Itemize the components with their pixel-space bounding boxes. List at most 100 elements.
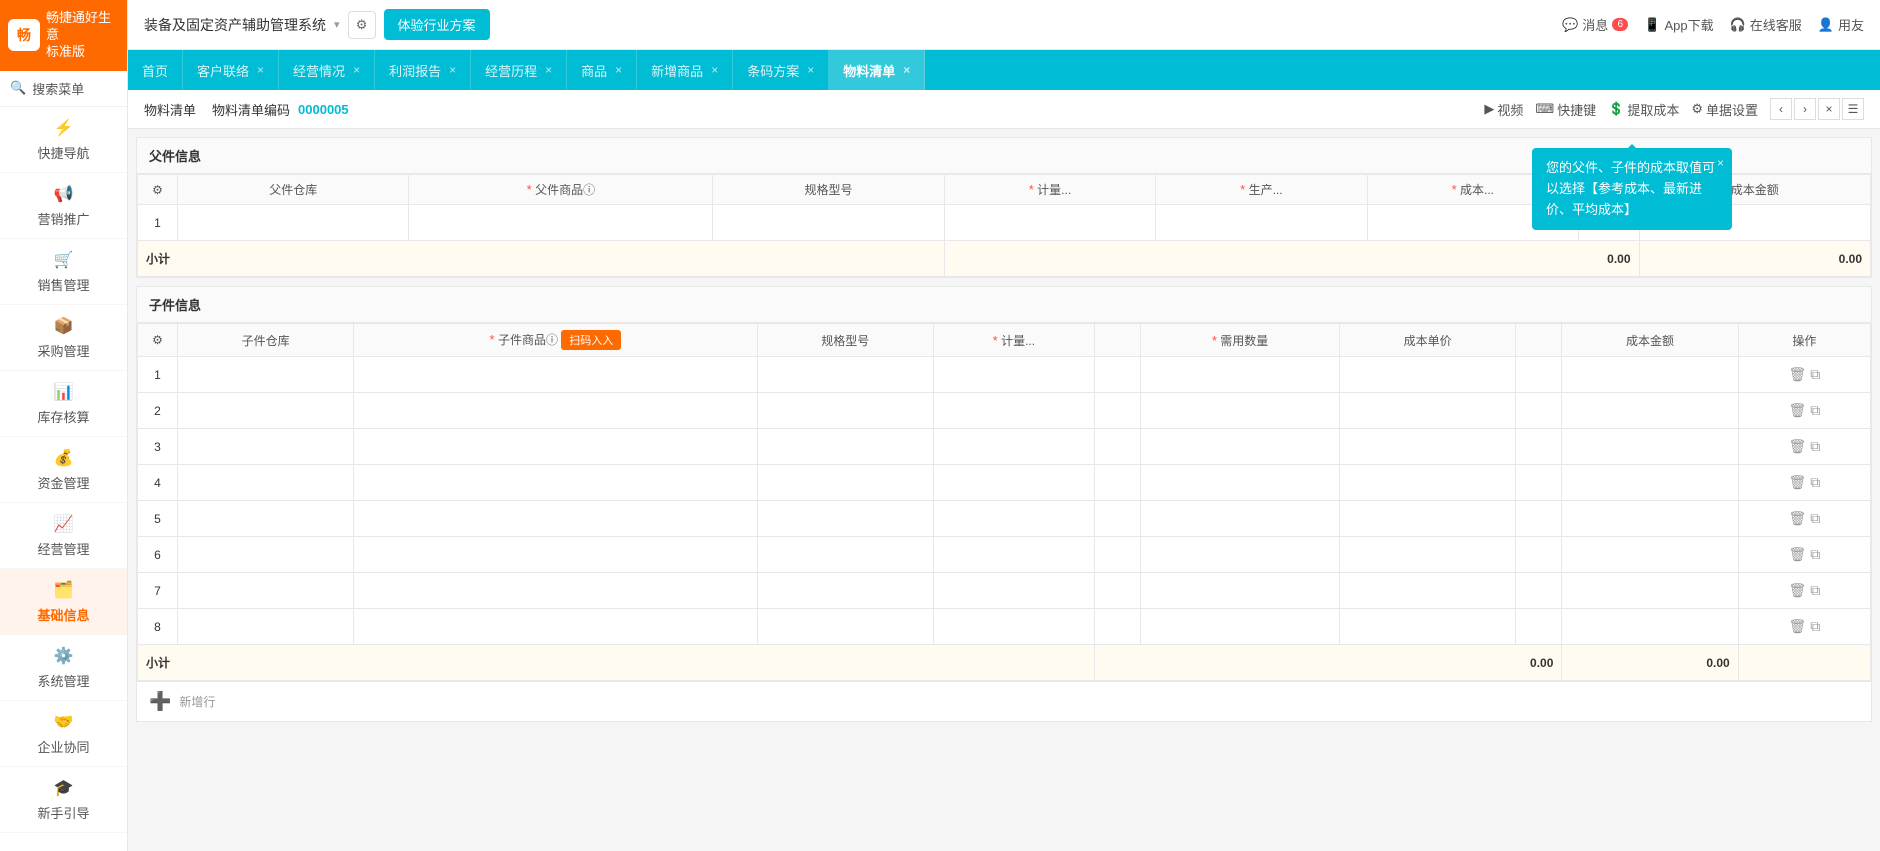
- tab-profit[interactable]: 利润报告 ×: [375, 50, 471, 90]
- child-cell-unit-price[interactable]: [1340, 501, 1516, 537]
- delete-icon[interactable]: 🗑: [1788, 438, 1806, 455]
- th-settings[interactable]: ⚙: [138, 175, 178, 205]
- sidebar-item-enterprise[interactable]: 🤝 企业协同: [0, 701, 127, 767]
- delete-icon[interactable]: 🗑: [1788, 510, 1806, 527]
- sidebar-item-sales[interactable]: 🛒 销售管理: [0, 239, 127, 305]
- child-cell-unit-price[interactable]: [1340, 573, 1516, 609]
- nav-next-button[interactable]: ›: [1794, 98, 1816, 120]
- copy-icon[interactable]: ⧉: [1810, 366, 1820, 383]
- child-cell-unit[interactable]: [933, 393, 1094, 429]
- tab-operations[interactable]: 经营情况 ×: [279, 50, 375, 90]
- tab-bom[interactable]: 物料清单 ×: [829, 50, 925, 90]
- copy-icon[interactable]: ⧉: [1810, 438, 1820, 455]
- child-cell-qty[interactable]: [1141, 501, 1340, 537]
- th-child-settings[interactable]: ⚙: [138, 324, 178, 357]
- cell-produce[interactable]: [1156, 205, 1367, 241]
- nav-prev-button[interactable]: ‹: [1770, 98, 1792, 120]
- child-cell-goods[interactable]: [354, 537, 757, 573]
- cell-unit[interactable]: [944, 205, 1155, 241]
- child-cell-goods[interactable]: [354, 573, 757, 609]
- delete-icon[interactable]: 🗑: [1788, 546, 1806, 563]
- sidebar-item-inventory[interactable]: 📊 库存核算: [0, 371, 127, 437]
- user-action[interactable]: 👤 用友: [1818, 15, 1864, 34]
- child-cell-qty[interactable]: [1141, 393, 1340, 429]
- child-cell-warehouse[interactable]: [178, 609, 354, 645]
- tab-customer[interactable]: 客户联络 ×: [183, 50, 279, 90]
- tab-profit-close[interactable]: ×: [449, 63, 456, 77]
- tab-bom-close[interactable]: ×: [903, 63, 910, 77]
- child-cell-unit-price[interactable]: [1340, 429, 1516, 465]
- online-service-action[interactable]: 🎧 在线客服: [1730, 15, 1802, 34]
- child-cell-qty[interactable]: [1141, 609, 1340, 645]
- child-cell-warehouse[interactable]: [178, 357, 354, 393]
- child-cell-qty[interactable]: [1141, 465, 1340, 501]
- close-tab-button[interactable]: ×: [1818, 98, 1840, 120]
- sidebar-item-purchase[interactable]: 📦 采购管理: [0, 305, 127, 371]
- child-cell-spec[interactable]: [757, 393, 933, 429]
- tab-barcode-close[interactable]: ×: [807, 63, 814, 77]
- child-cell-warehouse[interactable]: [178, 573, 354, 609]
- child-cell-qty[interactable]: [1141, 537, 1340, 573]
- child-cell-unit-price[interactable]: [1340, 393, 1516, 429]
- tab-goods[interactable]: 商品 ×: [567, 50, 637, 90]
- child-cell-warehouse[interactable]: [178, 537, 354, 573]
- sidebar-item-system[interactable]: ⚙️ 系统管理: [0, 635, 127, 701]
- child-cell-unit[interactable]: [933, 573, 1094, 609]
- tab-history-close[interactable]: ×: [545, 63, 552, 77]
- settings-button[interactable]: ⚙: [348, 11, 376, 39]
- sidebar-item-guide[interactable]: 🎓 新手引导: [0, 767, 127, 833]
- tab-operations-close[interactable]: ×: [353, 63, 360, 77]
- grid-view-button[interactable]: ☰: [1842, 98, 1864, 120]
- child-cell-unit[interactable]: [933, 609, 1094, 645]
- sidebar-search[interactable]: 🔍 搜索菜单: [0, 71, 127, 107]
- sidebar-item-quick-nav[interactable]: ⚡ 快捷导航: [0, 107, 127, 173]
- delete-icon[interactable]: 🗑: [1788, 618, 1806, 635]
- child-cell-unit[interactable]: [933, 429, 1094, 465]
- tab-customer-close[interactable]: ×: [257, 63, 264, 77]
- scan-button[interactable]: 扫码入入: [561, 330, 621, 350]
- child-cell-goods[interactable]: [354, 429, 757, 465]
- child-cell-unit-price[interactable]: [1340, 537, 1516, 573]
- cell-goods[interactable]: [409, 205, 713, 241]
- child-cell-qty[interactable]: [1141, 573, 1340, 609]
- sidebar-item-marketing[interactable]: 📢 营销推广: [0, 173, 127, 239]
- cell-spec[interactable]: [713, 205, 944, 241]
- shortcut-action[interactable]: ⌨ 快捷键: [1535, 100, 1596, 119]
- doc-settings-action[interactable]: ⚙ 单据设置: [1691, 100, 1758, 119]
- child-cell-warehouse[interactable]: [178, 393, 354, 429]
- copy-icon[interactable]: ⧉: [1810, 546, 1820, 563]
- tab-add-goods[interactable]: 新增商品 ×: [637, 50, 733, 90]
- app-download-action[interactable]: 📱 App下载: [1644, 15, 1713, 34]
- tab-history[interactable]: 经营历程 ×: [471, 50, 567, 90]
- tab-home[interactable]: 首页: [128, 50, 183, 90]
- child-cell-spec[interactable]: [757, 609, 933, 645]
- child-cell-qty[interactable]: [1141, 357, 1340, 393]
- copy-icon[interactable]: ⧉: [1810, 474, 1820, 491]
- child-cell-warehouse[interactable]: [178, 465, 354, 501]
- child-cell-goods[interactable]: [354, 357, 757, 393]
- sidebar-item-finance[interactable]: 💰 资金管理: [0, 437, 127, 503]
- system-dropdown-icon[interactable]: ▾: [334, 18, 340, 31]
- child-cell-spec[interactable]: [757, 357, 933, 393]
- child-cell-qty[interactable]: [1141, 429, 1340, 465]
- child-cell-unit[interactable]: [933, 537, 1094, 573]
- delete-icon[interactable]: 🗑: [1788, 366, 1806, 383]
- tab-goods-close[interactable]: ×: [615, 63, 622, 77]
- copy-icon[interactable]: ⧉: [1810, 618, 1820, 635]
- message-action[interactable]: 💬 消息 6: [1562, 15, 1628, 34]
- child-cell-spec[interactable]: [757, 537, 933, 573]
- child-cell-unit-price[interactable]: [1340, 609, 1516, 645]
- delete-icon[interactable]: 🗑: [1788, 474, 1806, 491]
- trial-button[interactable]: 体验行业方案: [384, 9, 490, 40]
- tooltip-close[interactable]: ×: [1717, 154, 1724, 173]
- child-cell-warehouse[interactable]: [178, 501, 354, 537]
- tab-barcode[interactable]: 条码方案 ×: [733, 50, 829, 90]
- child-cell-unit[interactable]: [933, 357, 1094, 393]
- delete-icon[interactable]: 🗑: [1788, 402, 1806, 419]
- child-cell-goods[interactable]: [354, 465, 757, 501]
- child-cell-spec[interactable]: [757, 429, 933, 465]
- sidebar-item-basic-info[interactable]: 🗂️ 基础信息: [0, 569, 127, 635]
- child-cell-spec[interactable]: [757, 573, 933, 609]
- child-cell-unit-price[interactable]: [1340, 465, 1516, 501]
- copy-icon[interactable]: ⧉: [1810, 510, 1820, 527]
